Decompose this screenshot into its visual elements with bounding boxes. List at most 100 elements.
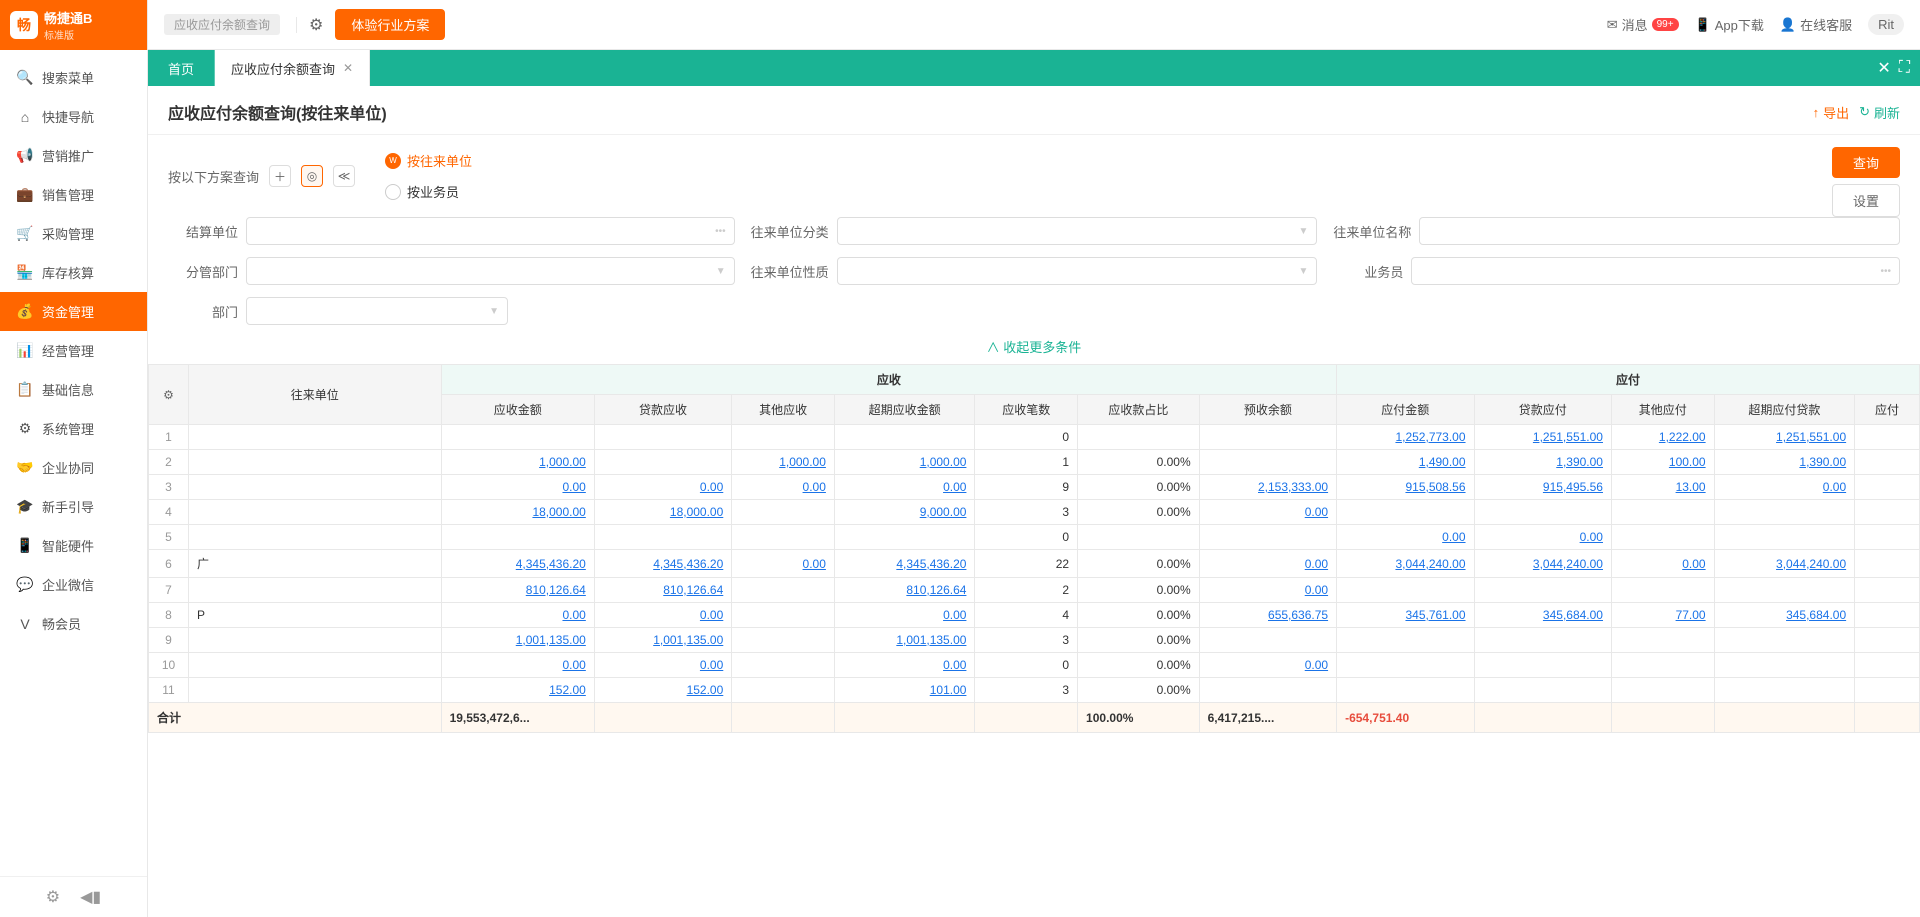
- settlement-unit-input[interactable]: •••: [246, 217, 735, 245]
- cell-link-ar_amount[interactable]: 152.00: [549, 683, 586, 697]
- cell-link-ar_amount[interactable]: 4,345,436.20: [516, 557, 586, 571]
- sidebar-item-purchase[interactable]: 🛒 采购管理: [0, 214, 147, 253]
- cell-link-ar_loan[interactable]: 152.00: [687, 683, 724, 697]
- cell-link-ar_loan[interactable]: 4,345,436.20: [653, 557, 723, 571]
- cell-link-ar_loan[interactable]: 810,126.64: [663, 583, 723, 597]
- cell-link-ar_prepay[interactable]: 0.00: [1305, 583, 1328, 597]
- settings-bottom-icon[interactable]: ⚙: [46, 887, 60, 907]
- cell-link-ar_other[interactable]: 1,000.00: [779, 455, 826, 469]
- sidebar-item-operations[interactable]: 📊 经营管理: [0, 331, 147, 370]
- cell-link-ar_loan[interactable]: 0.00: [700, 658, 723, 672]
- cell-link-ap_amount[interactable]: 1,252,773.00: [1395, 430, 1465, 444]
- message-button[interactable]: ✉ 消息 99+: [1607, 15, 1679, 34]
- cell-link-ar_overdue[interactable]: 9,000.00: [920, 505, 967, 519]
- cell-link-ap_amount[interactable]: 1,490.00: [1419, 455, 1466, 469]
- cell-link-ar_prepay[interactable]: 2,153,333.00: [1258, 480, 1328, 494]
- cell-link-ar_overdue[interactable]: 4,345,436.20: [896, 557, 966, 571]
- filter-by-unit-option[interactable]: W 按往来单位: [375, 147, 482, 174]
- cell-link-ar_loan[interactable]: 0.00: [700, 608, 723, 622]
- refresh-button[interactable]: ↻ 刷新: [1859, 103, 1900, 122]
- cell-link-ar_overdue[interactable]: 810,126.64: [906, 583, 966, 597]
- cell-link-ap_amount[interactable]: 3,044,240.00: [1395, 557, 1465, 571]
- filter-add-button[interactable]: ＋: [269, 165, 291, 187]
- cell-link-ar_prepay[interactable]: 0.00: [1305, 557, 1328, 571]
- gear-icon[interactable]: ⚙: [309, 15, 323, 35]
- cell-link-ar_amount[interactable]: 1,000.00: [539, 455, 586, 469]
- online-service-button[interactable]: 👤 在线客服: [1780, 15, 1852, 34]
- solution-button[interactable]: 体验行业方案: [335, 9, 445, 40]
- cell-link-ap_loan[interactable]: 3,044,240.00: [1533, 557, 1603, 571]
- tab-home[interactable]: 首页: [148, 50, 215, 86]
- filter-collapse-button[interactable]: ∧ 收起更多条件: [168, 329, 1900, 364]
- cell-link-ar_overdue[interactable]: 101.00: [930, 683, 967, 697]
- sidebar-item-system[interactable]: ⚙ 系统管理: [0, 409, 147, 448]
- sidebar-item-hardware[interactable]: 📱 智能硬件: [0, 526, 147, 565]
- cell-link-ap_overdue[interactable]: 3,044,240.00: [1776, 557, 1846, 571]
- collapse-sidebar-icon[interactable]: ◀▮: [80, 887, 101, 907]
- cell-link-ap_other[interactable]: 0.00: [1682, 557, 1705, 571]
- cell-link-ar_amount[interactable]: 0.00: [562, 658, 585, 672]
- unit-category-input[interactable]: ▼: [837, 217, 1318, 245]
- cell-link-ar_amount[interactable]: 18,000.00: [532, 505, 585, 519]
- cell-link-ap_overdue[interactable]: 1,390.00: [1799, 455, 1846, 469]
- sidebar-item-sales[interactable]: 💼 销售管理: [0, 175, 147, 214]
- settings-col-header[interactable]: ⚙: [149, 365, 189, 425]
- cell-link-ap_amount[interactable]: 0.00: [1442, 530, 1465, 544]
- cell-link-ap_amount[interactable]: 915,508.56: [1405, 480, 1465, 494]
- query-button[interactable]: 查询: [1832, 147, 1900, 178]
- sidebar-item-search[interactable]: 🔍 搜索菜单: [0, 58, 147, 97]
- export-button[interactable]: ↑ 导出: [1813, 103, 1850, 122]
- cell-link-ar_overdue[interactable]: 0.00: [943, 480, 966, 494]
- cell-link-ar_amount[interactable]: 810,126.64: [526, 583, 586, 597]
- sidebar-item-wechat[interactable]: 💬 企业微信: [0, 565, 147, 604]
- tab-ar-ap[interactable]: 应收应付余额查询 ✕: [215, 50, 370, 86]
- filter-by-staff-option[interactable]: 按业务员: [375, 178, 482, 205]
- cell-link-ar_loan[interactable]: 1,001,135.00: [653, 633, 723, 647]
- department-input[interactable]: ▼: [246, 297, 508, 325]
- cell-link-ap_overdue[interactable]: 1,251,551.00: [1776, 430, 1846, 444]
- sidebar-item-quicknav[interactable]: ⌂ 快捷导航: [0, 97, 147, 136]
- cell-link-ap_other[interactable]: 13.00: [1676, 480, 1706, 494]
- cell-link-ap_loan[interactable]: 1,390.00: [1556, 455, 1603, 469]
- app-download-button[interactable]: 📱 App下载: [1695, 15, 1764, 34]
- cell-link-ar_prepay[interactable]: 655,636.75: [1268, 608, 1328, 622]
- cell-link-ap_loan[interactable]: 0.00: [1580, 530, 1603, 544]
- cell-link-ap_other[interactable]: 100.00: [1669, 455, 1706, 469]
- cell-link-ap_overdue[interactable]: 0.00: [1823, 480, 1846, 494]
- cell-link-ar_overdue[interactable]: 0.00: [943, 608, 966, 622]
- cell-link-ar_other[interactable]: 0.00: [803, 557, 826, 571]
- tab-expand-icon[interactable]: ⛶: [1899, 59, 1910, 77]
- cell-link-ap_other[interactable]: 1,222.00: [1659, 430, 1706, 444]
- cell-link-ar_overdue[interactable]: 1,000.00: [920, 455, 967, 469]
- dept-manager-input[interactable]: ▼: [246, 257, 735, 285]
- table-settings-icon[interactable]: ⚙: [163, 388, 174, 402]
- cell-link-ar_loan[interactable]: 0.00: [700, 480, 723, 494]
- sidebar-item-member[interactable]: V 畅会员: [0, 604, 147, 643]
- sidebar-item-finance[interactable]: 💰 资金管理: [0, 292, 147, 331]
- cell-link-ar_loan[interactable]: 18,000.00: [670, 505, 723, 519]
- sidebar-item-guide[interactable]: 🎓 新手引导: [0, 487, 147, 526]
- cell-link-ar_other[interactable]: 0.00: [803, 480, 826, 494]
- sidebar-item-inventory[interactable]: 🏪 库存核算: [0, 253, 147, 292]
- cell-link-ap_other[interactable]: 77.00: [1676, 608, 1706, 622]
- filter-collapse-button[interactable]: ≪: [333, 165, 355, 187]
- sidebar-item-enterprise[interactable]: 🤝 企业协同: [0, 448, 147, 487]
- cell-link-ap_loan[interactable]: 915,495.56: [1543, 480, 1603, 494]
- sidebar-item-marketing[interactable]: 📢 营销推广: [0, 136, 147, 175]
- cell-link-ar_prepay[interactable]: 0.00: [1305, 658, 1328, 672]
- tab-close-window-icon[interactable]: ✕: [1877, 58, 1890, 78]
- tab-close-icon[interactable]: ✕: [343, 61, 353, 75]
- unit-name-input[interactable]: [1419, 217, 1900, 245]
- user-avatar[interactable]: Rit: [1868, 14, 1904, 35]
- sidebar-item-basic[interactable]: 📋 基础信息: [0, 370, 147, 409]
- cell-link-ap_overdue[interactable]: 345,684.00: [1786, 608, 1846, 622]
- cell-link-ar_amount[interactable]: 1,001,135.00: [516, 633, 586, 647]
- unit-nature-input[interactable]: ▼: [837, 257, 1318, 285]
- cell-link-ap_loan[interactable]: 345,684.00: [1543, 608, 1603, 622]
- cell-link-ar_prepay[interactable]: 0.00: [1305, 505, 1328, 519]
- filter-settings-button[interactable]: ◎: [301, 165, 323, 187]
- cell-link-ar_amount[interactable]: 0.00: [562, 480, 585, 494]
- cell-link-ar_overdue[interactable]: 1,001,135.00: [896, 633, 966, 647]
- set-button[interactable]: 设置: [1832, 184, 1900, 217]
- cell-link-ap_loan[interactable]: 1,251,551.00: [1533, 430, 1603, 444]
